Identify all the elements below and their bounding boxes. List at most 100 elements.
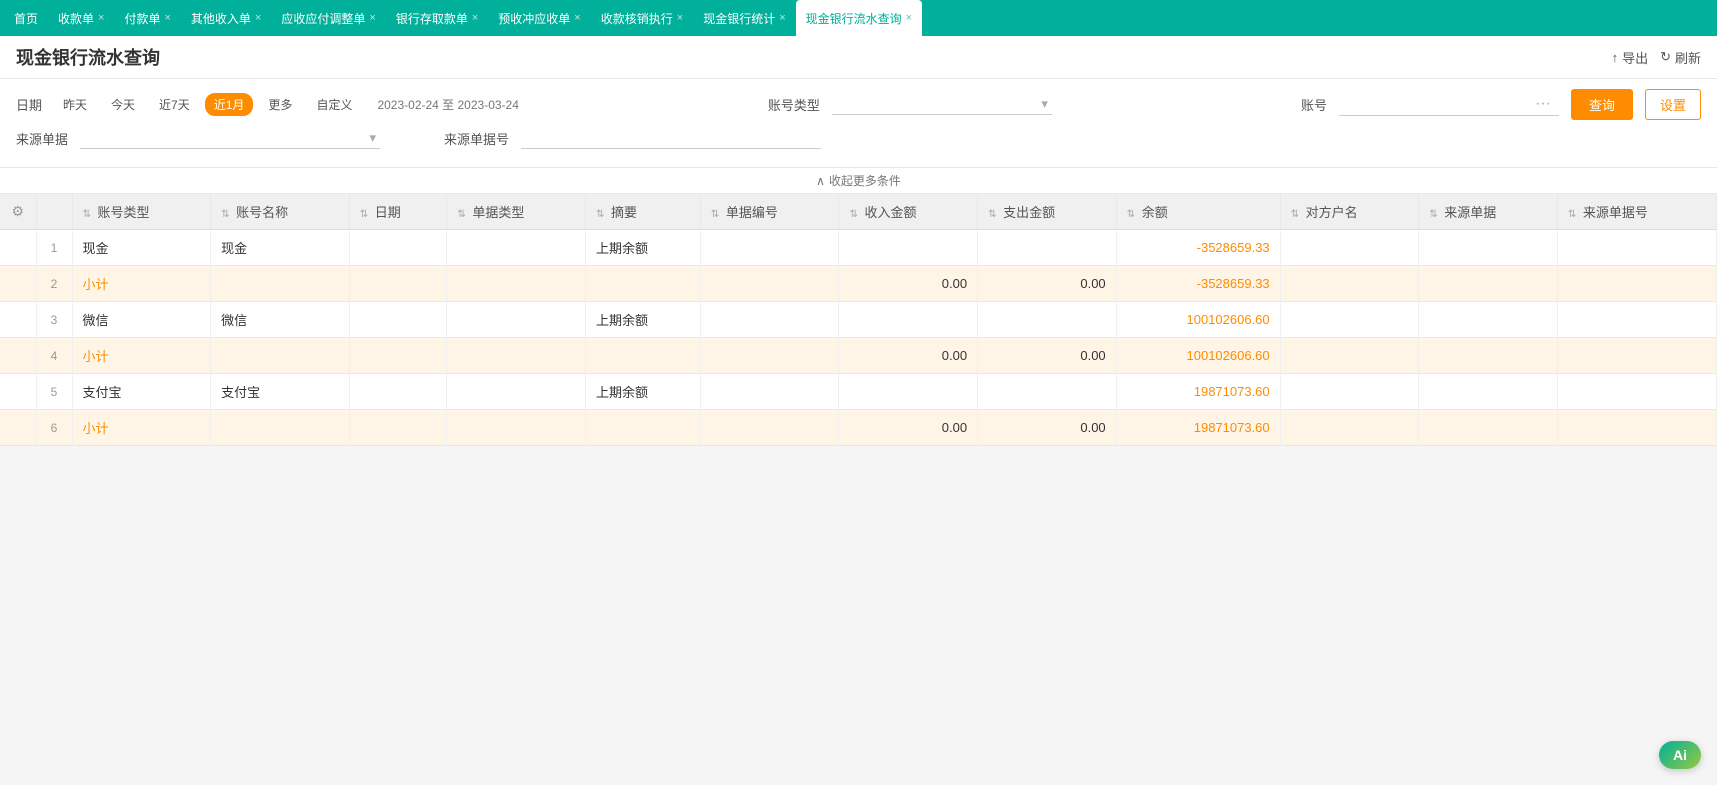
date-btn-yesterday[interactable]: 昨天 (54, 93, 96, 116)
source-doc-num-cell (1557, 410, 1716, 446)
col-summary[interactable]: ⇅ 摘要 (585, 194, 700, 230)
row-gear-cell (0, 410, 36, 446)
close-icon[interactable]: × (906, 12, 912, 24)
account-more-icon[interactable]: ··· (1531, 95, 1555, 113)
source-doc-cell (1419, 302, 1558, 338)
ai-badge[interactable]: Ai (1659, 741, 1701, 769)
sort-icon-balance: ⇅ (1127, 209, 1135, 220)
source-doc-num-label: 来源单据号 (444, 129, 509, 148)
col-account-type[interactable]: ⇅ 账号类型 (72, 194, 211, 230)
source-doc-cell (1419, 230, 1558, 266)
nav-tab-cash-bank-stat[interactable]: 现金银行统计× (693, 0, 795, 36)
account-name-cell: 现金 (211, 230, 350, 266)
account-input[interactable] (1343, 97, 1531, 112)
close-icon[interactable]: × (164, 12, 170, 24)
close-icon[interactable]: × (472, 12, 478, 24)
income-cell: 0.00 (839, 266, 978, 302)
table-container: ⚙ ⇅ 账号类型 ⇅ 账号名称 ⇅ 日期 ⇅ 单据类型 (0, 194, 1717, 446)
source-doc-select[interactable]: ▾ (80, 128, 380, 149)
query-button[interactable]: 查询 (1571, 89, 1633, 120)
nav-tab-verify-exec[interactable]: 收款核销执行× (591, 0, 693, 36)
date-btn-today[interactable]: 今天 (102, 93, 144, 116)
gear-icon[interactable]: ⚙ (11, 203, 24, 219)
row-number-cell: 1 (36, 230, 72, 266)
col-doc-type[interactable]: ⇅ 单据类型 (447, 194, 586, 230)
account-name-cell: 微信 (211, 302, 350, 338)
export-button[interactable]: ↑ 导出 (1612, 48, 1649, 67)
col-date[interactable]: ⇅ 日期 (349, 194, 447, 230)
row-gear-cell (0, 338, 36, 374)
source-doc-label: 来源单据 (16, 129, 68, 148)
source-doc-chevron-icon: ▾ (369, 130, 376, 146)
summary-cell (585, 338, 700, 374)
source-doc-cell (1419, 338, 1558, 374)
source-doc-num-input[interactable] (525, 131, 817, 146)
sort-icon-account-type: ⇅ (83, 209, 91, 220)
date-filter-label: 日期 (16, 95, 42, 114)
counterpart-cell (1280, 302, 1419, 338)
col-doc-num[interactable]: ⇅ 单据编号 (700, 194, 839, 230)
refresh-button[interactable]: ↻ 刷新 (1660, 48, 1701, 67)
account-type-cell: 小计 (72, 410, 211, 446)
nav-tab-home[interactable]: 首页 (4, 0, 48, 36)
nav-tab-other-income[interactable]: 其他收入单× (181, 0, 271, 36)
date-btn-last1m[interactable]: 近1月 (205, 93, 254, 116)
nav-tab-cash-bank-query[interactable]: 现金银行流水查询× (796, 0, 922, 36)
expense-cell: 0.00 (978, 338, 1117, 374)
col-source-doc-num[interactable]: ⇅ 来源单据号 (1557, 194, 1716, 230)
data-table: ⚙ ⇅ 账号类型 ⇅ 账号名称 ⇅ 日期 ⇅ 单据类型 (0, 194, 1717, 446)
close-icon[interactable]: × (369, 12, 375, 24)
row-number-cell: 6 (36, 410, 72, 446)
summary-cell (585, 410, 700, 446)
date-btn-more[interactable]: 更多 (259, 93, 301, 116)
account-type-label: 账号类型 (768, 95, 820, 114)
sort-icon-counterpart: ⇅ (1291, 209, 1299, 220)
account-type-cell: 现金 (72, 230, 211, 266)
col-counterpart[interactable]: ⇅ 对方户名 (1280, 194, 1419, 230)
account-type-select[interactable]: ▾ (832, 94, 1052, 115)
table-row: 2小计0.000.00-3528659.33 (0, 266, 1717, 302)
sort-icon-doc-num: ⇅ (711, 209, 719, 220)
expense-cell: 0.00 (978, 266, 1117, 302)
source-doc-num-cell (1557, 374, 1716, 410)
setting-button[interactable]: 设置 (1645, 89, 1701, 120)
close-icon[interactable]: × (98, 12, 104, 24)
summary-cell: 上期余额 (585, 230, 700, 266)
nav-tab-receivable-adjust[interactable]: 应收应付调整单× (271, 0, 385, 36)
refresh-icon: ↻ (1660, 49, 1671, 65)
date-btn-custom[interactable]: 自定义 (307, 93, 361, 116)
chevron-down-icon: ▾ (1041, 96, 1048, 112)
date-btn-last7[interactable]: 近7天 (150, 93, 199, 116)
balance-cell: 100102606.60 (1116, 338, 1280, 374)
sort-icon-expense: ⇅ (988, 209, 996, 220)
col-source-doc[interactable]: ⇅ 来源单据 (1419, 194, 1558, 230)
counterpart-cell (1280, 410, 1419, 446)
date-options: 昨天今天近7天近1月更多自定义 (54, 93, 361, 116)
account-name-cell: 支付宝 (211, 374, 350, 410)
page-header: 现金银行流水查询 ↑ 导出 ↻ 刷新 (0, 36, 1717, 79)
nav-tab-receipt[interactable]: 收款单× (48, 0, 114, 36)
close-icon[interactable]: × (255, 12, 261, 24)
close-icon[interactable]: × (779, 12, 785, 24)
col-balance[interactable]: ⇅ 余额 (1116, 194, 1280, 230)
col-account-name[interactable]: ⇅ 账号名称 (211, 194, 350, 230)
counterpart-cell (1280, 266, 1419, 302)
expense-cell (978, 230, 1117, 266)
row-gear-cell (0, 302, 36, 338)
account-input-wrapper: ··· (1339, 93, 1559, 116)
close-icon[interactable]: × (574, 12, 580, 24)
col-income[interactable]: ⇅ 收入金额 (839, 194, 978, 230)
col-expense[interactable]: ⇅ 支出金额 (978, 194, 1117, 230)
summary-cell: 上期余额 (585, 374, 700, 410)
income-cell: 0.00 (839, 338, 978, 374)
collapse-bar[interactable]: ∧ 收起更多条件 (0, 168, 1717, 194)
close-icon[interactable]: × (677, 12, 683, 24)
nav-tab-prepay-collect[interactable]: 预收冲应收单× (488, 0, 590, 36)
source-doc-num-cell (1557, 230, 1716, 266)
nav-tab-bank-deposit[interactable]: 银行存取款单× (386, 0, 488, 36)
col-gear[interactable]: ⚙ (0, 194, 36, 230)
nav-tab-payment[interactable]: 付款单× (114, 0, 180, 36)
expense-cell: 0.00 (978, 410, 1117, 446)
account-name-cell (211, 266, 350, 302)
source-doc-cell (1419, 410, 1558, 446)
